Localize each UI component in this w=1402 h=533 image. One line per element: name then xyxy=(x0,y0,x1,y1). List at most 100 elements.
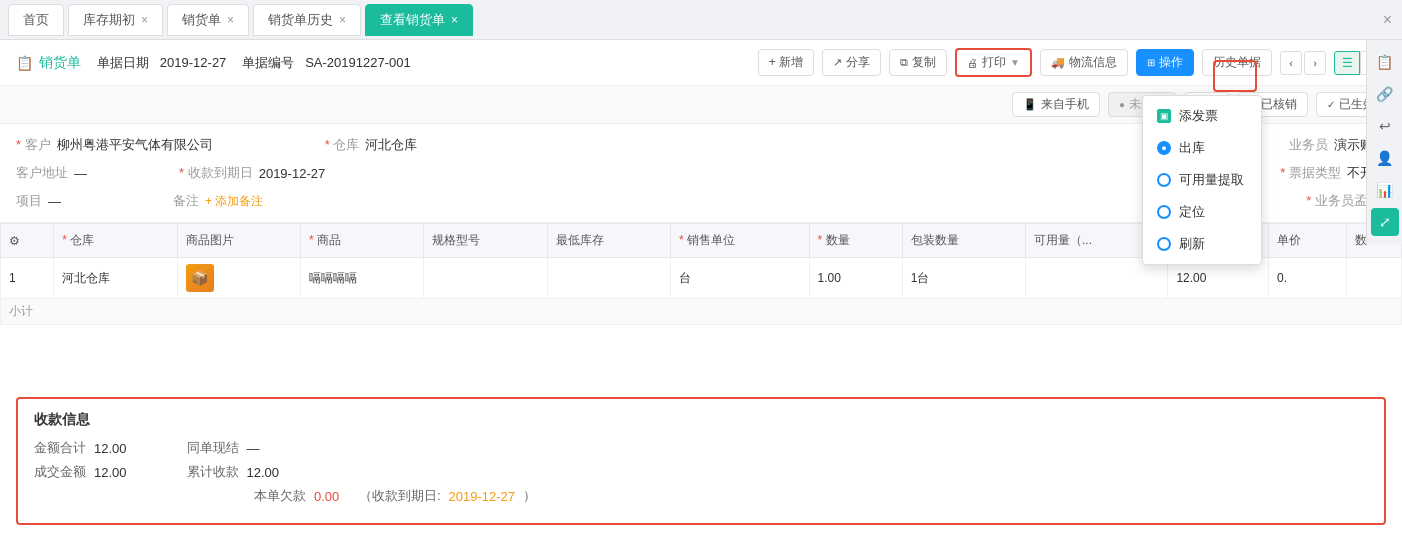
row-index: 1 xyxy=(1,258,54,299)
row-unit: 台 xyxy=(671,258,810,299)
ticket-label: 票据类型 xyxy=(1280,164,1341,182)
tab-view-sales[interactable]: 查看销货单 × xyxy=(365,4,473,36)
col-price: 单价 xyxy=(1269,224,1347,258)
warehouse-label: 仓库 xyxy=(325,136,360,154)
same-order-field: 同单现结 — xyxy=(187,439,260,457)
menu-add-invoice[interactable]: ▣ 添发票 xyxy=(1143,100,1261,132)
row-price: 0. xyxy=(1269,258,1347,299)
product-image: 📦 xyxy=(186,264,214,292)
row-warehouse: 河北仓库 xyxy=(54,258,177,299)
payment-row-3: 本单欠款 0.00 （收款到期日: 2019-12-27 ） xyxy=(34,487,1368,505)
customer-field: 客户 柳州粤港平安气体有限公司 xyxy=(16,136,213,154)
row-extra xyxy=(1346,258,1401,299)
next-button[interactable]: › xyxy=(1304,51,1326,75)
dropdown-menu: ▣ 添发票 ● 出库 可用量提取 定位 刷新 xyxy=(1142,95,1262,265)
note-label: 备注 xyxy=(173,192,199,210)
owe-field: 本单欠款 0.00 （收款到期日: 2019-12-27 ） xyxy=(254,487,536,505)
tab-close-view[interactable]: × xyxy=(451,13,458,27)
row-qty: 1.00 xyxy=(809,258,902,299)
col-unit: * 销售单位 xyxy=(671,224,810,258)
salesperson-label: 业务员 xyxy=(1289,136,1328,154)
menu-available-qty[interactable]: 可用量提取 xyxy=(1143,164,1261,196)
sidebar-doc-icon[interactable]: 📋 xyxy=(1371,48,1399,76)
sidebar-chart-icon[interactable]: 📊 xyxy=(1371,176,1399,204)
payment-date-value: 2019-12-27 xyxy=(259,166,326,181)
sidebar-expand-icon[interactable]: ⤢ xyxy=(1371,208,1399,236)
view-list-button[interactable]: ☰ xyxy=(1334,51,1360,75)
number-label: 单据编号 SA-20191227-001 xyxy=(242,54,410,72)
refresh-icon xyxy=(1157,237,1171,251)
salesperson2-label: 业务员孟 xyxy=(1306,192,1367,210)
tab-history[interactable]: 销货单历史 × xyxy=(253,4,361,36)
tab-sales[interactable]: 销货单 × xyxy=(167,4,249,36)
col-qty: * 数量 xyxy=(809,224,902,258)
address-label: 客户地址 xyxy=(16,164,68,182)
from-phone-btn[interactable]: 📱 来自手机 xyxy=(1012,92,1100,117)
doc-title-text: 销货单 xyxy=(39,54,81,72)
tab-close-sales[interactable]: × xyxy=(227,13,234,27)
tab-home[interactable]: 首页 xyxy=(8,4,64,36)
address-value: — xyxy=(74,166,87,181)
menu-refresh[interactable]: 刷新 xyxy=(1143,228,1261,260)
locate-icon xyxy=(1157,205,1171,219)
row-min-stock xyxy=(547,258,670,299)
available-icon xyxy=(1157,173,1171,187)
note-field: 备注 + 添加备注 xyxy=(173,192,263,210)
col-warehouse: * 仓库 xyxy=(54,224,177,258)
add-invoice-icon: ▣ xyxy=(1157,109,1171,123)
col-product: * 商品 xyxy=(300,224,423,258)
project-value: — xyxy=(48,194,61,209)
warehouse-value: 河北仓库 xyxy=(365,136,417,154)
cumulative-field: 累计收款 12.00 xyxy=(187,463,280,481)
col-image: 商品图片 xyxy=(177,224,300,258)
row-pkg: 1台 xyxy=(902,258,1025,299)
window-close-button[interactable]: × xyxy=(1383,11,1392,29)
col-gear: ⚙ xyxy=(1,224,54,258)
payment-row-1: 金额合计 12.00 同单现结 — xyxy=(34,439,1368,457)
col-pkg: 包装数量 xyxy=(902,224,1025,258)
project-label: 项目 xyxy=(16,192,42,210)
warehouse-field: 仓库 河北仓库 xyxy=(325,136,418,154)
row-image: 📦 xyxy=(177,258,300,299)
history-button[interactable]: 历史单据 xyxy=(1202,49,1272,76)
doc-meta: 单据日期 2019-12-27 单据编号 SA-20191227-001 xyxy=(97,54,411,72)
share-button[interactable]: ↗ 分享 xyxy=(822,49,881,76)
nav-arrows: ‹ › xyxy=(1280,51,1326,75)
logistics-button[interactable]: 🚚 物流信息 xyxy=(1040,49,1128,76)
sidebar-link-icon[interactable]: 🔗 xyxy=(1371,80,1399,108)
print-button[interactable]: 🖨 打印 ▼ xyxy=(955,48,1032,77)
sidebar-user-icon[interactable]: 👤 xyxy=(1371,144,1399,172)
tab-inventory[interactable]: 库存期初 × xyxy=(68,4,163,36)
menu-locate[interactable]: 定位 xyxy=(1143,196,1261,228)
doc-title: 📋 销货单 xyxy=(16,54,81,72)
tab-close-inventory[interactable]: × xyxy=(141,13,148,27)
doc-icon: 📋 xyxy=(16,55,33,71)
tab-close-history[interactable]: × xyxy=(339,13,346,27)
payment-title: 收款信息 xyxy=(34,411,1368,429)
right-sidebar: 📋 🔗 ↩ 👤 📊 ⤢ xyxy=(1366,40,1402,244)
col-spec: 规格型号 xyxy=(424,224,547,258)
col-min-stock: 最低库存 xyxy=(547,224,670,258)
copy-button[interactable]: ⧉ 复制 xyxy=(889,49,947,76)
prev-button[interactable]: ‹ xyxy=(1280,51,1302,75)
operate-button[interactable]: ⊞ 操作 xyxy=(1136,49,1194,76)
menu-outbound[interactable]: ● 出库 xyxy=(1143,132,1261,164)
add-note-button[interactable]: + 添加备注 xyxy=(205,193,263,210)
doc-actions: + 新增 ↗ 分享 ⧉ 复制 🖨 打印 ▼ 🚚 物流信息 ⊞ 操作 xyxy=(758,48,1386,77)
payment-row-2: 成交金额 12.00 累计收款 12.00 xyxy=(34,463,1368,481)
tab-bar: 首页 库存期初 × 销货单 × 销货单历史 × 查看销货单 × × xyxy=(0,0,1402,40)
outbound-icon: ● xyxy=(1157,141,1171,155)
date-value: 2019-12-27 xyxy=(160,55,227,70)
subtotal-row: 小计 xyxy=(1,299,1402,325)
customer-label: 客户 xyxy=(16,136,51,154)
doc-header: 📋 销货单 单据日期 2019-12-27 单据编号 SA-20191227-0… xyxy=(0,40,1402,86)
sidebar-return-icon[interactable]: ↩ xyxy=(1371,112,1399,140)
address-field: 客户地址 — xyxy=(16,164,87,182)
subtotal-label: 小计 xyxy=(1,299,1402,325)
total-field: 金额合计 12.00 xyxy=(34,439,127,457)
customer-value: 柳州粤港平安气体有限公司 xyxy=(57,136,213,154)
new-button[interactable]: + 新增 xyxy=(758,49,814,76)
project-field: 项目 — xyxy=(16,192,61,210)
row-spec xyxy=(424,258,547,299)
payment-date-label: 收款到期日 xyxy=(179,164,253,182)
